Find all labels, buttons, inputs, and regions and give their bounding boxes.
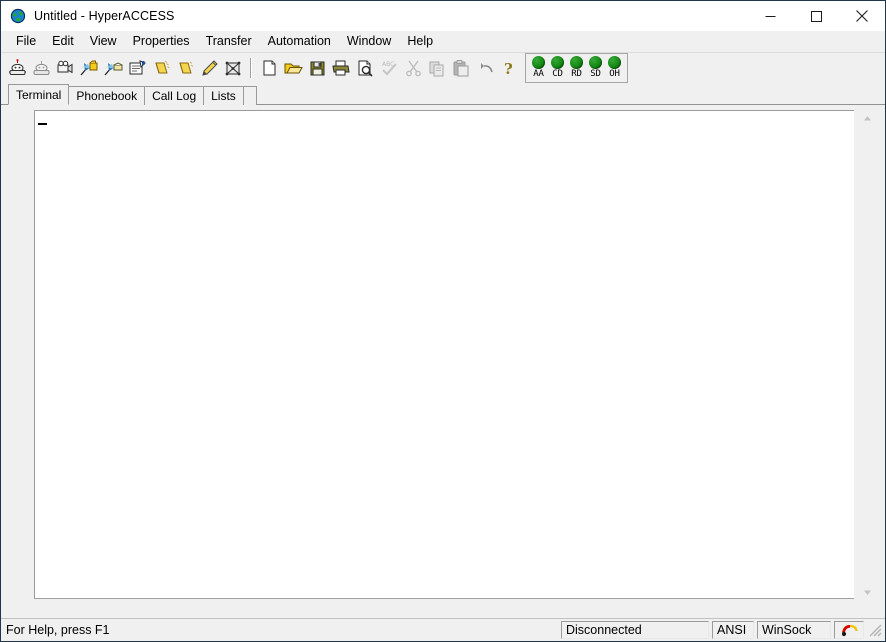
- status-bar: For Help, press F1 Disconnected ANSI Win…: [1, 618, 885, 641]
- caption-button-group: [747, 1, 885, 31]
- chevron-up-icon[interactable]: [859, 110, 876, 127]
- spellcheck-icon[interactable]: ABC: [378, 57, 400, 79]
- toolbar-group-file: ABC ?: [257, 55, 521, 81]
- terminal-frame: [34, 110, 879, 599]
- title-bar[interactable]: Untitled - HyperACCESS: [1, 1, 885, 31]
- window-title: Untitled - HyperACCESS: [34, 9, 175, 23]
- svg-text:?: ?: [504, 60, 513, 77]
- led-lamp-cd: [551, 56, 564, 69]
- send-file-icon[interactable]: [78, 57, 100, 79]
- status-connection: Disconnected: [561, 621, 709, 639]
- menu-item-window[interactable]: Window: [339, 32, 399, 51]
- led-rd: RD: [567, 55, 586, 80]
- hangup-phone-icon[interactable]: [30, 57, 52, 79]
- menu-item-transfer[interactable]: Transfer: [198, 32, 260, 51]
- tab-call-log[interactable]: Call Log: [144, 86, 205, 105]
- save-disk-icon[interactable]: [306, 57, 328, 79]
- folder-send-icon[interactable]: [150, 57, 172, 79]
- maximize-icon[interactable]: [793, 1, 839, 31]
- print-preview-icon[interactable]: [354, 57, 376, 79]
- terminal-cursor: [38, 123, 47, 125]
- folder-receive-icon[interactable]: [174, 57, 196, 79]
- dial-phone-icon[interactable]: [6, 57, 28, 79]
- client-area: [1, 105, 885, 618]
- close-icon[interactable]: [839, 1, 885, 31]
- minimize-icon[interactable]: [747, 1, 793, 31]
- print-icon[interactable]: [330, 57, 352, 79]
- tab-strip: Terminal Phonebook Call Log Lists: [1, 83, 885, 105]
- receive-file-icon[interactable]: [102, 57, 124, 79]
- led-lamp-rd: [570, 56, 583, 69]
- cut-scissors-icon[interactable]: [402, 57, 424, 79]
- led-lamp-sd: [589, 56, 602, 69]
- led-label-oh: OH: [609, 69, 620, 79]
- open-folder-icon[interactable]: [282, 57, 304, 79]
- led-lamp-aa: [532, 56, 545, 69]
- led-sd: SD: [586, 55, 605, 80]
- toolbar-separator-1: [250, 58, 252, 78]
- tab-strip-filler: [242, 86, 257, 105]
- pencil-edit-icon[interactable]: [198, 57, 220, 79]
- resize-grip-icon[interactable]: [867, 622, 883, 638]
- application-window: Untitled - HyperACCESS File Edit View Pr…: [0, 0, 886, 642]
- undo-arrow-icon[interactable]: [474, 57, 496, 79]
- status-protocol: WinSock: [757, 621, 831, 639]
- led-lamp-oh: [608, 56, 621, 69]
- modem-led-panel: AA CD RD SD OH: [525, 53, 628, 83]
- toolbar-group-communications: [5, 55, 245, 81]
- globe-icon: [10, 8, 26, 24]
- mail-note-icon[interactable]: [126, 57, 148, 79]
- toolbar: ABC ? AA CD RD SD OH: [1, 52, 885, 83]
- paste-icon[interactable]: [450, 57, 472, 79]
- menu-item-file[interactable]: File: [8, 32, 44, 51]
- chevron-down-icon[interactable]: [859, 584, 876, 601]
- menu-item-properties[interactable]: Properties: [125, 32, 198, 51]
- help-question-icon[interactable]: ?: [498, 57, 520, 79]
- status-emulation: ANSI: [712, 621, 754, 639]
- tab-lists[interactable]: Lists: [203, 86, 244, 105]
- led-label-rd: RD: [571, 69, 582, 79]
- terminal-scrollbar[interactable]: [854, 110, 881, 601]
- menu-item-view[interactable]: View: [82, 32, 125, 51]
- script-macro-icon[interactable]: [222, 57, 244, 79]
- capture-camera-icon[interactable]: [54, 57, 76, 79]
- menu-item-help[interactable]: Help: [399, 32, 441, 51]
- phone-handset-icon[interactable]: [834, 621, 864, 639]
- led-label-sd: SD: [590, 69, 601, 79]
- led-cd: CD: [548, 55, 567, 80]
- menu-bar: File Edit View Properties Transfer Autom…: [1, 31, 885, 52]
- copy-icon[interactable]: [426, 57, 448, 79]
- menu-item-automation[interactable]: Automation: [260, 32, 339, 51]
- led-label-cd: CD: [552, 69, 563, 79]
- led-aa: AA: [529, 55, 548, 80]
- new-document-icon[interactable]: [258, 57, 280, 79]
- led-oh: OH: [605, 55, 624, 80]
- terminal-screen[interactable]: [35, 111, 878, 598]
- tab-phonebook[interactable]: Phonebook: [68, 86, 146, 105]
- tab-terminal[interactable]: Terminal: [8, 84, 70, 105]
- menu-item-edit[interactable]: Edit: [44, 32, 82, 51]
- status-help-text: For Help, press F1: [6, 623, 110, 637]
- led-label-aa: AA: [533, 69, 544, 79]
